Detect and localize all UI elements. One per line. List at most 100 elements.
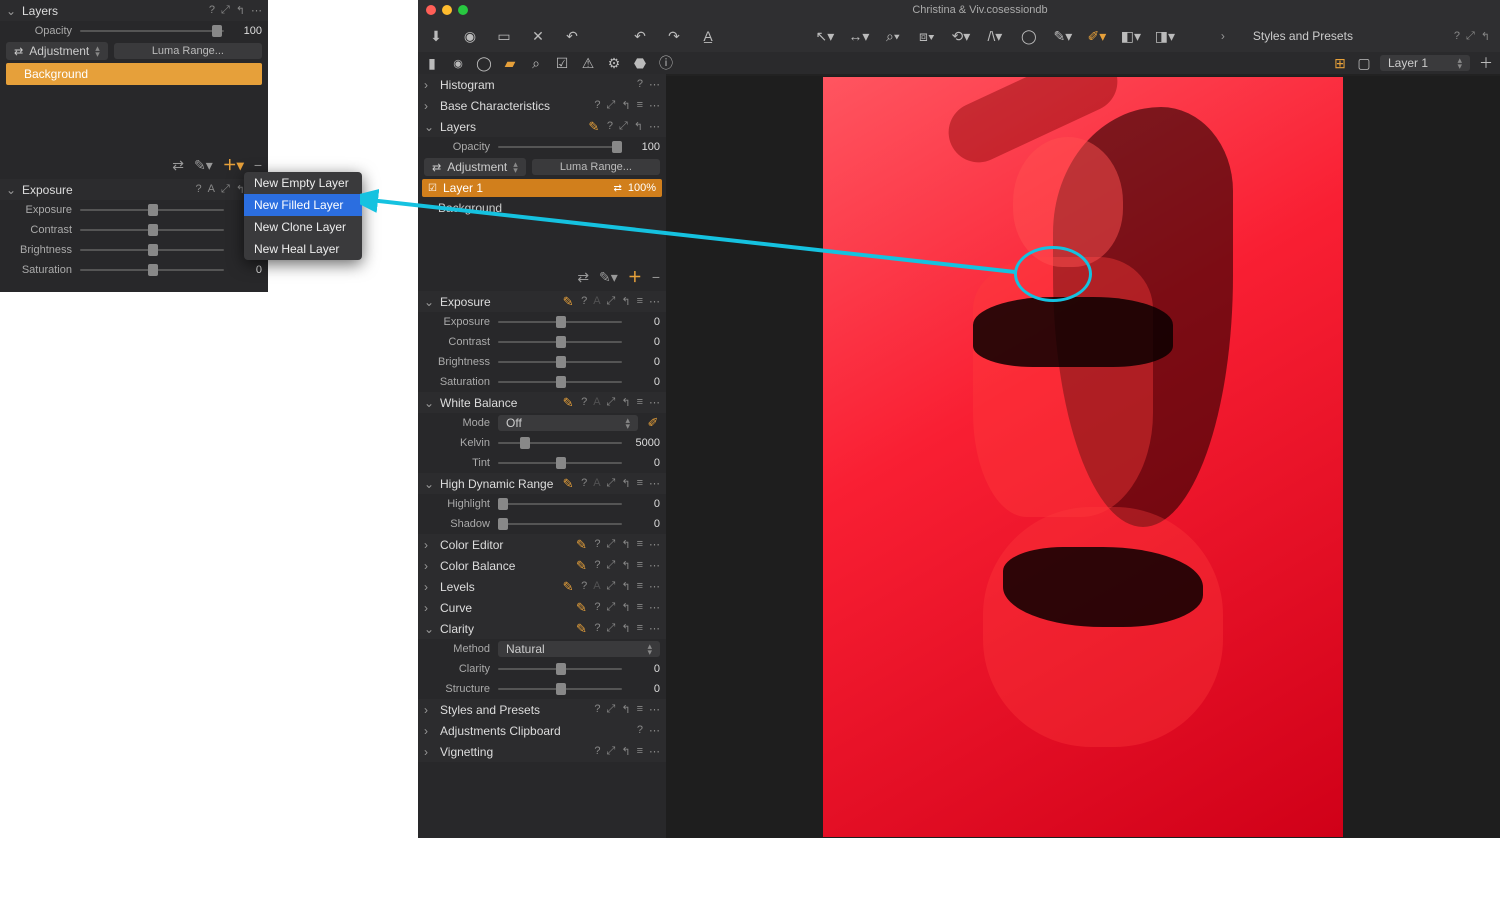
clarity-method-select[interactable]: Natural▴▾ <box>498 641 660 657</box>
saturation-slider-row: Saturation0 <box>0 260 268 280</box>
crop-tool-icon[interactable]: ⧈▾ <box>919 28 935 44</box>
swap-icon[interactable]: ⇄ <box>172 157 184 174</box>
loupe-icon[interactable]: ⌕ <box>528 55 544 71</box>
minimize-window-icon[interactable] <box>442 5 452 15</box>
slider[interactable] <box>80 229 224 231</box>
library-icon[interactable]: ▮ <box>424 55 440 71</box>
layer-selector[interactable]: Layer 1▴▾ <box>1380 55 1470 71</box>
styles-presets-label[interactable]: Styles and Presets <box>1253 29 1353 43</box>
import-icon[interactable]: ⬇ <box>428 28 444 44</box>
hand-tool-icon[interactable]: ↔▾ <box>851 28 867 44</box>
single-view-icon[interactable]: ▢ <box>1356 55 1372 71</box>
titlebar: Christina & Viv.cosessiondb <box>418 0 1500 20</box>
color-balance-header[interactable]: ›Color Balance✎?⤢↰≡⋯ <box>418 555 666 576</box>
layers-title: Layers <box>22 4 203 18</box>
ctx-new-empty-layer[interactable]: New Empty Layer <box>244 172 362 194</box>
opacity-slider[interactable] <box>80 30 224 32</box>
wb-mode-select[interactable]: Off▴▾ <box>498 415 638 431</box>
header-actions[interactable]: ?⤢↰⋯ <box>209 4 262 17</box>
styles-presets-header[interactable]: ›Styles and Presets?⤢↰≡⋯ <box>418 699 666 720</box>
delete-x-icon[interactable]: ✕ <box>530 28 546 44</box>
eyedropper-icon[interactable]: ✐ <box>646 415 660 431</box>
exposure-header[interactable]: ⌄ Exposure ?A⤢↰⋯ <box>0 179 268 200</box>
keystone-tool-icon[interactable]: /\▾ <box>987 28 1003 44</box>
secondary-toolbar: ▮ ◉ ◯ ▰ ⌕ ☑ ⚠ ⚙ ⬣ ⓘ ⊞ ▢ Layer 1▴▾ ＋ <box>418 52 1500 74</box>
folder-open-icon[interactable]: ▭ <box>496 28 512 44</box>
gradient-tool-icon[interactable]: ◨▾ <box>1157 28 1173 44</box>
picker-icon: ✎ <box>587 119 601 135</box>
bucket-icon[interactable]: ▰ <box>502 55 518 71</box>
brush-tool-icon[interactable]: ✎▾ <box>1055 28 1071 44</box>
luma-range-button[interactable]: Luma Range... <box>532 159 660 175</box>
cursor-tool-icon[interactable]: ↖▾ <box>817 28 833 44</box>
add-layer-button[interactable]: ＋ <box>628 267 642 287</box>
remove-layer-button[interactable]: − <box>254 157 262 173</box>
gear-icon[interactable]: ⚙ <box>606 55 622 71</box>
ctx-new-clone-layer[interactable]: New Clone Layer <box>244 216 362 238</box>
exposure-header[interactable]: ⌄Exposure✎?A⤢↰≡⋯ <box>418 291 666 312</box>
erase-tool-icon[interactable]: ◧▾ <box>1123 28 1139 44</box>
image-viewer[interactable] <box>666 76 1500 838</box>
clarity-header[interactable]: ⌄Clarity✎?⤢↰≡⋯ <box>418 618 666 639</box>
ctx-new-heal-layer[interactable]: New Heal Layer <box>244 238 362 260</box>
layer-1-row[interactable]: ☑ Layer 1 ⇄ 100% <box>422 179 662 197</box>
white-balance-header[interactable]: ⌄White Balance✎?A⤢↰≡⋯ <box>418 392 666 413</box>
window-controls[interactable] <box>426 5 468 15</box>
camera2-icon[interactable]: ◉ <box>450 55 466 71</box>
header-actions[interactable]: ?⤢↰ <box>1454 30 1490 43</box>
curve-header[interactable]: ›Curve✎?⤢↰≡⋯ <box>418 597 666 618</box>
camera-icon[interactable]: ◉ <box>462 28 478 44</box>
remove-layer-button[interactable]: − <box>652 269 660 285</box>
window-title: Christina & Viv.cosessiondb <box>468 4 1492 16</box>
adjustment-dropdown[interactable]: ⇄ Adjustment ▴▾ <box>6 42 108 60</box>
grid-view-icon[interactable]: ⊞ <box>1332 55 1348 71</box>
chevron-right-icon[interactable]: › <box>1221 29 1231 43</box>
checkbox-icon[interactable]: ☑ <box>428 183 437 194</box>
base-char-header[interactable]: ›Base Characteristics?⤢↰≡⋯ <box>418 95 666 116</box>
exposure-slider-row: Exposure0 <box>0 200 268 220</box>
circle-icon[interactable]: ◯ <box>476 55 492 71</box>
layers-actions: ⇄ ✎▾ ＋▾ − <box>0 151 268 179</box>
histogram-header[interactable]: ›Histogram?⋯ <box>418 74 666 95</box>
layers-header[interactable]: ⌄ Layers ?⤢↰⋯ <box>0 0 268 21</box>
adj-clipboard-header[interactable]: ›Adjustments Clipboard?⋯ <box>418 720 666 741</box>
slider[interactable] <box>80 209 224 211</box>
checkbox-icon[interactable]: ☑ <box>554 55 570 71</box>
warning-icon[interactable]: ⚠ <box>580 55 596 71</box>
hdr-header[interactable]: ⌄High Dynamic Range✎?A⤢↰≡⋯ <box>418 473 666 494</box>
background-layer[interactable]: Background <box>6 63 262 85</box>
rotate-tool-icon[interactable]: ⟲▾ <box>953 28 969 44</box>
undo2-icon[interactable]: ↶ <box>632 28 648 44</box>
main-toolbar: ⬇ ◉ ▭ ✕ ↶ ↶ ↷ A̲ ↖▾ ↔▾ ⌕▾ ⧈▾ ⟲▾ /\▾ ◯ ✎▾… <box>418 20 1500 52</box>
color-editor-header[interactable]: ›Color Editor✎?⤢↰≡⋯ <box>418 534 666 555</box>
layers-header[interactable]: ⌄Layers✎?⤢↰⋯ <box>418 116 666 137</box>
add-selector-icon[interactable]: ＋ <box>1478 55 1494 71</box>
opacity-row: Opacity 100 <box>0 21 268 41</box>
levels-header[interactable]: ›Levels✎?A⤢↰≡⋯ <box>418 576 666 597</box>
redo-icon[interactable]: ↷ <box>666 28 682 44</box>
zoom-tool-icon[interactable]: ⌕▾ <box>885 28 901 44</box>
info-icon[interactable]: ⓘ <box>658 55 674 71</box>
luma-range-button[interactable]: Luma Range... <box>114 43 262 59</box>
eyedropper-tool-icon[interactable]: ✐▾ <box>1089 28 1105 44</box>
vignetting-header[interactable]: ›Vignetting?⤢↰≡⋯ <box>418 741 666 762</box>
brightness-slider-row: Brightness0 <box>0 240 268 260</box>
brush-icon[interactable]: ✎▾ <box>599 269 618 286</box>
adjustment-row: ⇄ Adjustment ▴▾ Luma Range... <box>0 41 268 61</box>
brush-icon[interactable]: ✎▾ <box>194 157 213 174</box>
maximize-window-icon[interactable] <box>458 5 468 15</box>
slider[interactable] <box>80 249 224 251</box>
adjustment-dropdown[interactable]: ⇄ Adjustment ▴▾ <box>424 158 526 176</box>
slider[interactable] <box>80 269 224 271</box>
swap-icon[interactable]: ⇄ <box>577 269 589 286</box>
tag-icon[interactable]: ⬣ <box>632 55 648 71</box>
close-window-icon[interactable] <box>426 5 436 15</box>
opacity-slider[interactable] <box>498 146 622 148</box>
add-layer-button[interactable]: ＋▾ <box>223 155 244 175</box>
contrast-slider-row: Contrast0 <box>0 220 268 240</box>
text-tool-icon[interactable]: A̲ <box>700 28 716 44</box>
ctx-new-filled-layer[interactable]: New Filled Layer <box>244 194 362 216</box>
spot-tool-icon[interactable]: ◯ <box>1021 28 1037 44</box>
undo-icon[interactable]: ↶ <box>564 28 580 44</box>
background-layer-row[interactable]: Background <box>418 199 666 217</box>
